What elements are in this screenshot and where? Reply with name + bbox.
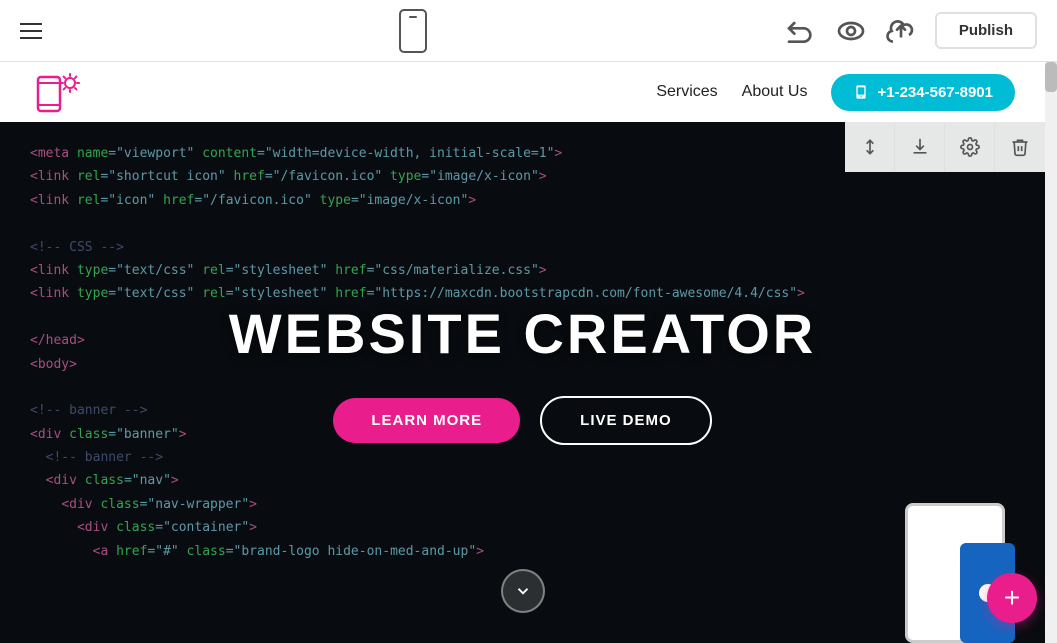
hero-title: WEBSITE CREATOR <box>229 301 816 366</box>
cloud-upload-icon[interactable] <box>885 15 917 47</box>
hero-toolbar-settings[interactable] <box>945 122 995 172</box>
eye-icon[interactable] <box>835 15 867 47</box>
nav-link-services[interactable]: Services <box>656 83 717 101</box>
hamburger-menu[interactable] <box>20 23 42 39</box>
logo-svg <box>30 65 85 120</box>
hero-toolbar-move[interactable] <box>845 122 895 172</box>
toolbar-left <box>20 23 42 39</box>
scroll-down-button[interactable] <box>501 569 545 613</box>
hero-section: <meta name="viewport" content="width=dev… <box>0 122 1045 643</box>
live-demo-button[interactable]: LIVE DEMO <box>540 396 712 445</box>
publish-button[interactable]: Publish <box>935 12 1037 49</box>
hero-section-toolbar <box>845 122 1045 172</box>
nav-phone-button[interactable]: +1-234-567-8901 <box>831 74 1015 111</box>
add-button[interactable]: + <box>987 573 1037 623</box>
publish-label: Publish <box>959 22 1013 39</box>
preview-area: Services About Us +1-234-567-8901 <meta … <box>0 62 1057 643</box>
top-toolbar: Publish <box>0 0 1057 62</box>
scrollbar[interactable] <box>1045 62 1057 643</box>
phone-number: +1-234-567-8901 <box>877 84 993 101</box>
site-nav-links: Services About Us +1-234-567-8901 <box>656 74 1015 111</box>
hero-toolbar-delete[interactable] <box>995 122 1045 172</box>
phone-preview-icon[interactable] <box>399 9 427 53</box>
website-frame: Services About Us +1-234-567-8901 <meta … <box>0 62 1045 643</box>
toolbar-right: Publish <box>785 12 1037 49</box>
phone-icon <box>853 84 869 100</box>
add-icon: + <box>1004 582 1020 614</box>
site-nav: Services About Us +1-234-567-8901 <box>0 62 1045 122</box>
hero-toolbar-download[interactable] <box>895 122 945 172</box>
hero-content: WEBSITE CREATOR LEARN MORE LIVE DEMO <box>229 301 816 445</box>
learn-more-button[interactable]: LEARN MORE <box>333 398 520 443</box>
site-logo <box>30 65 85 120</box>
undo-icon[interactable] <box>785 15 817 47</box>
scrollbar-thumb[interactable] <box>1045 62 1057 92</box>
toolbar-center <box>399 9 427 53</box>
hero-buttons: LEARN MORE LIVE DEMO <box>333 396 711 445</box>
chevron-down-icon <box>514 582 532 600</box>
nav-link-about[interactable]: About Us <box>742 83 808 101</box>
